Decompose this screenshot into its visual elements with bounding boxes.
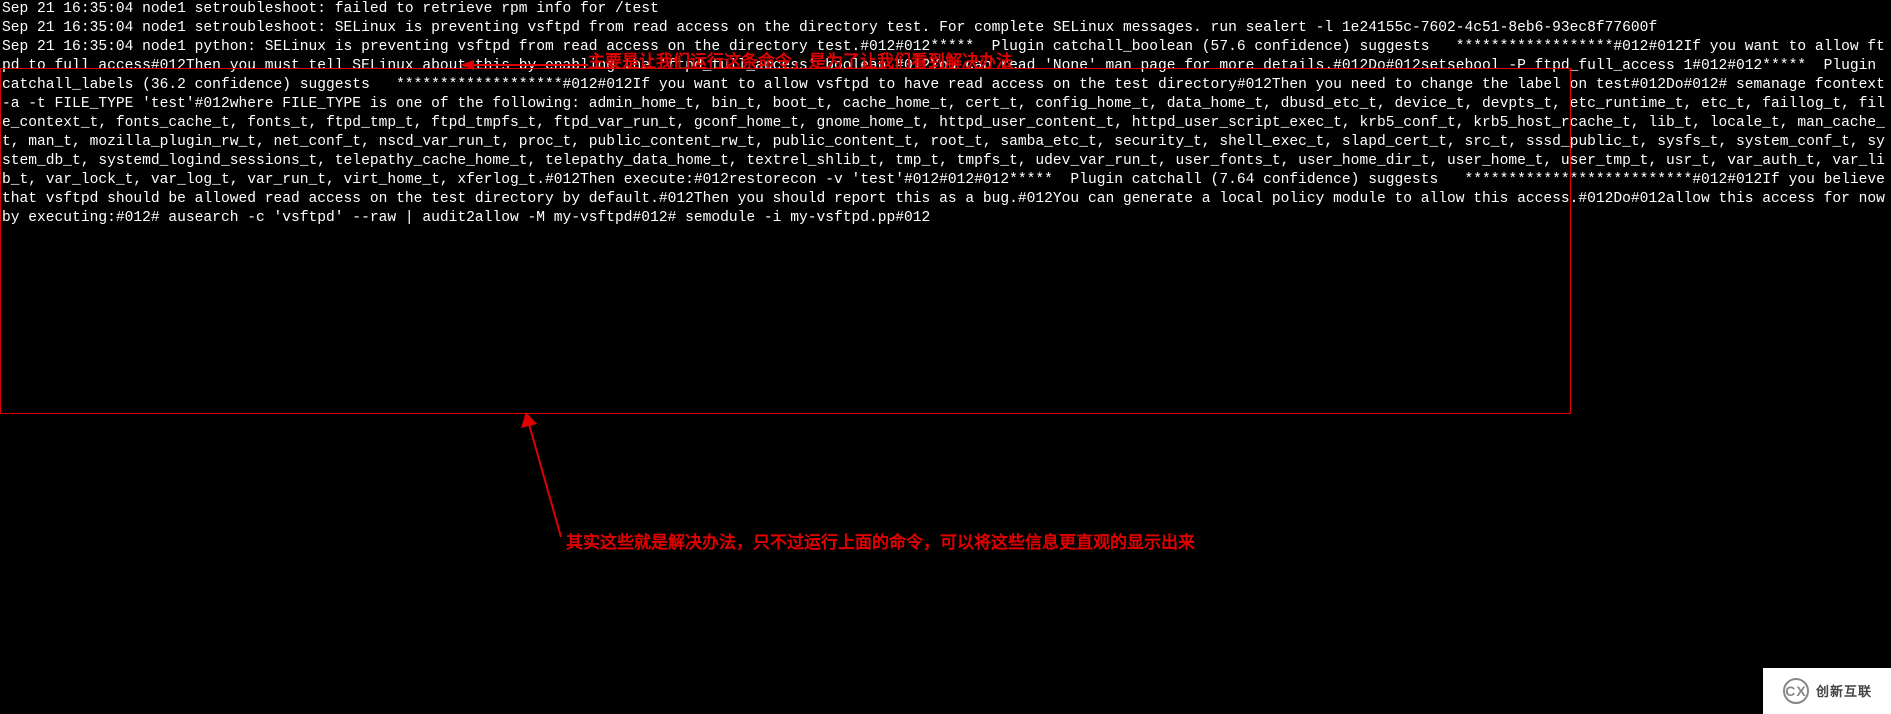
log-line-1: Sep 21 16:35:04 node1 setroubleshoot: fa… (2, 1, 659, 17)
annotation-bottom: 其实这些就是解决办法，只不过运行上面的命令，可以将这些信息更直观的显示出来 (566, 533, 1195, 552)
log-line-2: Sep 21 16:35:04 node1 setroubleshoot: SE… (2, 20, 1657, 36)
svg-text:CX: CX (1785, 683, 1806, 699)
watermark-logo: CX 创新互联 (1763, 668, 1891, 714)
terminal-output: Sep 21 16:35:04 node1 setroubleshoot: fa… (0, 0, 1891, 714)
logo-icon: CX (1782, 677, 1810, 705)
logo-text: 创新互联 (1816, 682, 1872, 701)
annotation-top: 主要是让我们运行这条命令，是为了让我们看到解决办法 (588, 52, 1013, 71)
